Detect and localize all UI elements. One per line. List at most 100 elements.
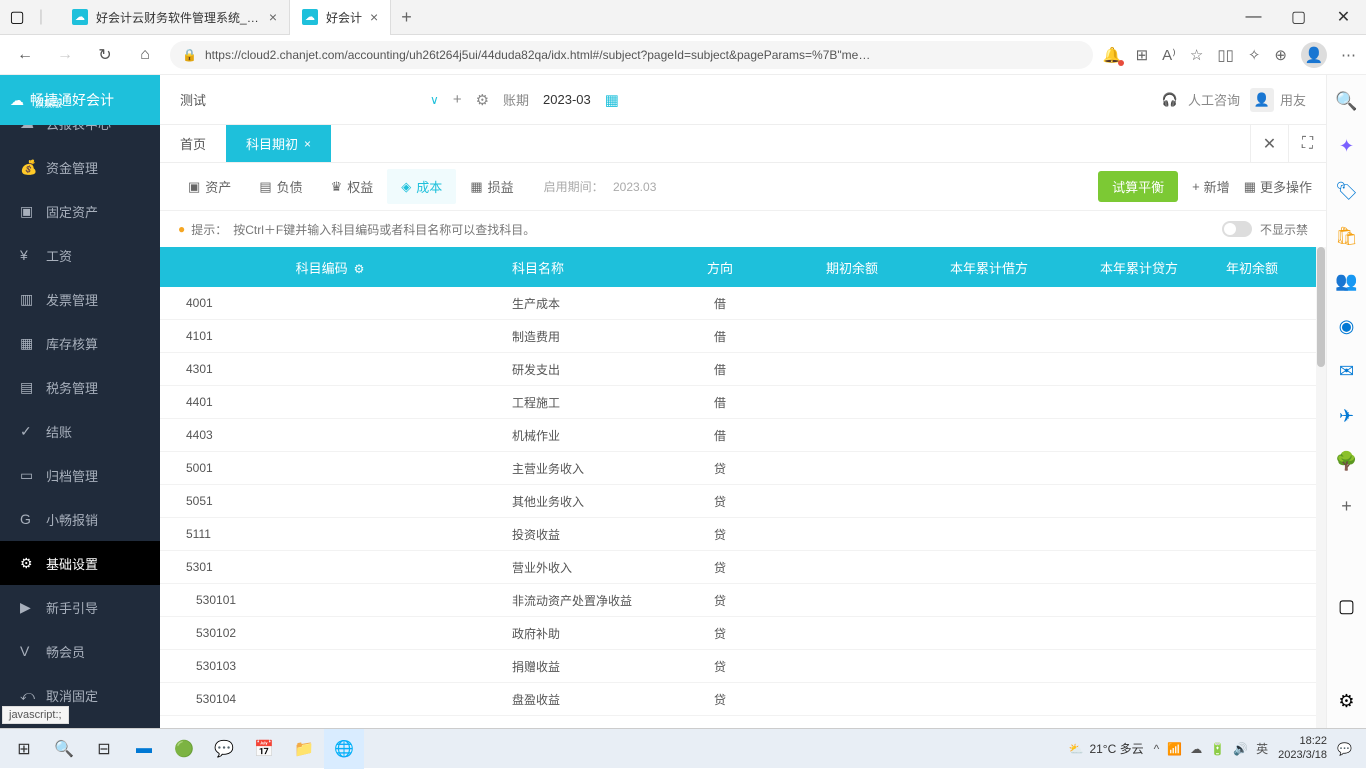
- favorite-icon[interactable]: ☆: [1190, 46, 1203, 64]
- back-button[interactable]: ←: [10, 40, 40, 70]
- task-view-button[interactable]: ⊟: [84, 729, 124, 769]
- close-icon[interactable]: ×: [370, 9, 378, 25]
- calendar-icon[interactable]: ▦: [605, 91, 619, 109]
- browser-tab-1[interactable]: ☁ 好会计云财务软件管理系统_会计… ×: [60, 0, 290, 35]
- table-row[interactable]: 4001生产成本借: [160, 287, 1326, 320]
- add-new-button[interactable]: +新增: [1192, 177, 1230, 196]
- close-all-tabs-button[interactable]: ✕: [1250, 125, 1288, 163]
- sidebar-item-11[interactable]: ▶新手引导: [0, 585, 160, 629]
- volume-icon[interactable]: 🔊: [1233, 742, 1248, 756]
- maximize-button[interactable]: ▢: [1276, 0, 1321, 35]
- fullscreen-button[interactable]: ⛶: [1288, 125, 1326, 163]
- send-icon[interactable]: ✈: [1339, 406, 1354, 427]
- profile-avatar[interactable]: 👤: [1301, 42, 1327, 68]
- minimize-button[interactable]: —: [1231, 0, 1276, 35]
- sidebar-item-3[interactable]: ¥工资: [0, 233, 160, 277]
- search-icon[interactable]: 🔍: [1335, 91, 1357, 112]
- app-1[interactable]: ▬: [124, 729, 164, 769]
- sidebar-item-12[interactable]: V畅会员: [0, 629, 160, 673]
- chevron-up-icon[interactable]: ^: [1154, 742, 1160, 756]
- add-sidebar-icon[interactable]: +: [1341, 496, 1352, 517]
- forward-button[interactable]: →: [50, 40, 80, 70]
- sidebar-item-2[interactable]: ▣固定资产: [0, 189, 160, 233]
- tab-home[interactable]: 首页: [160, 125, 226, 162]
- sidebar-item-5[interactable]: ▦库存核算: [0, 321, 160, 365]
- settings-icon[interactable]: ⚙: [1338, 691, 1354, 712]
- scrollbar-thumb[interactable]: [1317, 247, 1325, 367]
- table-row[interactable]: 4403机械作业借: [160, 419, 1326, 452]
- extensions-icon[interactable]: ⊞: [1136, 46, 1149, 64]
- scrollbar[interactable]: [1316, 247, 1326, 728]
- more-ops-button[interactable]: ▦更多操作: [1244, 177, 1312, 196]
- tab-menu-icon[interactable]: ▢: [8, 8, 26, 26]
- edge-app-icon[interactable]: 🌐: [324, 729, 364, 769]
- panel-icon[interactable]: ▢: [1338, 596, 1355, 617]
- toggle-hide-disabled[interactable]: [1222, 221, 1252, 237]
- close-icon[interactable]: ×: [269, 9, 277, 25]
- explorer-icon[interactable]: 📁: [284, 729, 324, 769]
- battery-icon[interactable]: 🔋: [1210, 742, 1225, 756]
- chrome-icon[interactable]: 🟢: [164, 729, 204, 769]
- table-row[interactable]: 4101制造费用借: [160, 320, 1326, 353]
- support-link[interactable]: 人工咨询: [1188, 90, 1240, 109]
- filter-tab-2[interactable]: ♛权益: [317, 169, 388, 204]
- sidebar-item-8[interactable]: ▭归档管理: [0, 453, 160, 497]
- browser-tab-2[interactable]: ☁ 好会计 ×: [290, 0, 391, 35]
- sidebar-item-10[interactable]: ⚙基础设置: [0, 541, 160, 585]
- home-button[interactable]: ⌂: [130, 40, 160, 70]
- gear-icon[interactable]: ⚙: [476, 91, 489, 109]
- tag-icon[interactable]: 🏷: [1335, 181, 1358, 202]
- sidebar-item-6[interactable]: ▤税务管理: [0, 365, 160, 409]
- sidebar-item-4[interactable]: ▥发票管理: [0, 277, 160, 321]
- table-row[interactable]: 5301营业外收入贷: [160, 551, 1326, 584]
- read-aloud-icon[interactable]: A⁾: [1162, 46, 1176, 64]
- favorites-bar-icon[interactable]: ✧: [1248, 46, 1261, 64]
- outlook-icon[interactable]: ✉: [1339, 361, 1354, 382]
- weather[interactable]: ⛅ 21°C 多云: [1068, 740, 1143, 757]
- table-row[interactable]: 530103捐赠收益贷: [160, 650, 1326, 683]
- edge-icon[interactable]: ◉: [1339, 316, 1355, 337]
- table-row[interactable]: 530101非流动资产处置净收益贷: [160, 584, 1326, 617]
- filter-tab-3[interactable]: ◈成本: [387, 169, 456, 204]
- filter-tab-0[interactable]: ▣资产: [174, 169, 245, 204]
- people-icon[interactable]: 👥: [1335, 271, 1357, 292]
- ime-indicator[interactable]: 英: [1256, 740, 1268, 757]
- tab-subject-init[interactable]: 科目期初 ×: [226, 125, 331, 162]
- wifi-icon[interactable]: 📶: [1167, 742, 1182, 756]
- table-row[interactable]: 530102政府补助贷: [160, 617, 1326, 650]
- sidebar-item-1[interactable]: 💰资金管理: [0, 145, 160, 189]
- close-button[interactable]: ✕: [1321, 0, 1366, 35]
- company-selector[interactable]: 测试: [180, 90, 216, 109]
- search-button[interactable]: 🔍: [44, 729, 84, 769]
- start-button[interactable]: ⊞: [4, 729, 44, 769]
- close-icon[interactable]: ×: [304, 137, 311, 151]
- menu-icon[interactable]: ⋯: [1341, 46, 1356, 64]
- notifications-tray-icon[interactable]: 💬: [1337, 742, 1352, 756]
- table-row[interactable]: 4401工程施工借: [160, 386, 1326, 419]
- new-tab-button[interactable]: +: [391, 7, 422, 28]
- collections-icon[interactable]: ▯▯: [1217, 46, 1234, 64]
- table-row[interactable]: 5051其他业务收入贷: [160, 485, 1326, 518]
- notification-icon[interactable]: 🔔: [1103, 46, 1122, 64]
- refresh-button[interactable]: ↻: [90, 40, 120, 70]
- gear-icon[interactable]: ⚙: [354, 262, 365, 276]
- tree-icon[interactable]: 🌳: [1335, 451, 1357, 472]
- sidebar-item-7[interactable]: ✓结账: [0, 409, 160, 453]
- chevron-down-icon[interactable]: ∨: [430, 93, 439, 107]
- user-chip[interactable]: 👤 用友: [1250, 88, 1306, 112]
- add-icon[interactable]: +: [453, 91, 462, 108]
- table-row[interactable]: 5111投资收益贷: [160, 518, 1326, 551]
- sparkle-icon[interactable]: ✦: [1339, 136, 1354, 157]
- shopping-icon[interactable]: 🛍: [1335, 226, 1358, 247]
- wechat-icon[interactable]: 💬: [204, 729, 244, 769]
- calendar-app-icon[interactable]: 📅: [244, 729, 284, 769]
- trial-balance-button[interactable]: 试算平衡: [1098, 171, 1178, 202]
- clock[interactable]: 18:22 2023/3/18: [1278, 735, 1327, 761]
- table-row[interactable]: 4301研发支出借: [160, 353, 1326, 386]
- cloud-tray-icon[interactable]: ☁: [1190, 742, 1202, 756]
- filter-tab-4[interactable]: ▦损益: [456, 169, 527, 204]
- address-bar[interactable]: 🔒 https://cloud2.chanjet.com/accounting/…: [170, 41, 1093, 69]
- app-icon[interactable]: ⊕: [1274, 46, 1287, 64]
- table-row[interactable]: 530104盘盈收益贷: [160, 683, 1326, 716]
- sidebar-item-9[interactable]: G小畅报销: [0, 497, 160, 541]
